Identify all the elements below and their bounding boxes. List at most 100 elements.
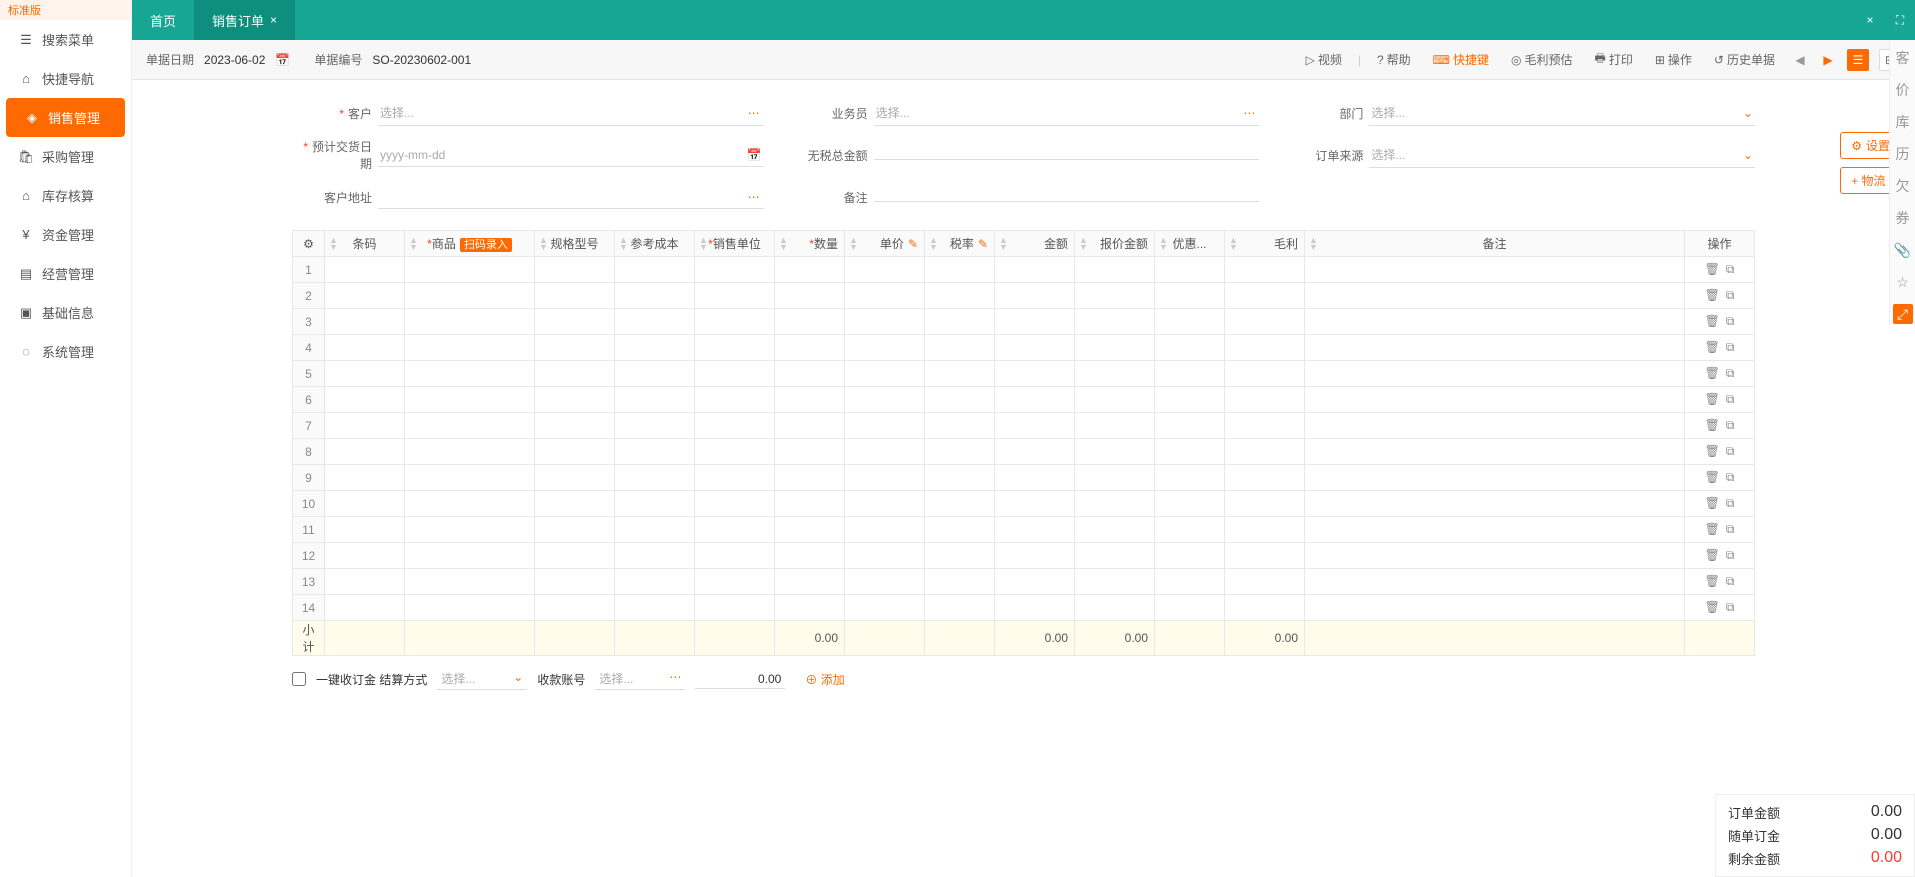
table-row[interactable]: 11🗑⧉ [293,517,1755,543]
sidebar-item-system[interactable]: ◌ 系统管理 [0,332,131,371]
chevron-down-icon[interactable]: ⌄ [1743,106,1753,120]
customer-input[interactable]: 选择...⋯ [378,100,764,126]
delete-icon[interactable]: 🗑 [1705,262,1720,276]
sidebar-item-finance[interactable]: ¥ 资金管理 [0,215,131,254]
prev-doc-icon[interactable]: ◀ [1791,53,1809,67]
toolbar-shortcut[interactable]: ⌨快捷键 [1427,51,1495,68]
table-row[interactable]: 6🗑⧉ [293,387,1755,413]
table-row[interactable]: 2🗑⧉ [293,283,1755,309]
copy-icon[interactable]: ⧉ [1726,548,1735,562]
toolbar-ops[interactable]: ⊞操作 [1649,51,1698,68]
col-remark[interactable]: ▲▼备注 [1305,231,1685,257]
calendar-icon[interactable]: 📅 [275,53,290,67]
more-icon[interactable]: ⋯ [748,190,762,204]
sidebar-item-inventory[interactable]: ⌂ 库存核算 [0,176,131,215]
tab-home[interactable]: 首页 [132,0,194,40]
delete-icon[interactable]: 🗑 [1705,288,1720,302]
col-barcode[interactable]: ▲▼条码 [325,231,405,257]
edit-icon[interactable]: ✎ [978,237,988,251]
more-icon[interactable]: ⋯ [1243,106,1257,120]
delete-icon[interactable]: 🗑 [1705,600,1720,614]
delete-icon[interactable]: 🗑 [1705,574,1720,588]
calendar-icon[interactable]: 📅 [747,148,762,162]
col-price[interactable]: ▲▼单价✎ [845,231,925,257]
col-quote[interactable]: ▲▼报价金额 [1075,231,1155,257]
sidebar-item-basedata[interactable]: ▣ 基础信息 [0,293,131,332]
table-row[interactable]: 10🗑⧉ [293,491,1755,517]
more-icon[interactable]: ⋯ [669,670,681,687]
rail-attach-icon[interactable]: 📎 [1893,240,1913,260]
delete-icon[interactable]: 🗑 [1705,340,1720,354]
delete-icon[interactable]: 🗑 [1705,548,1720,562]
collect-deposit-checkbox[interactable] [292,672,306,686]
toolbar-history[interactable]: ↺历史单据 [1708,51,1781,68]
col-refcost[interactable]: ▲▼参考成本 [615,231,695,257]
rail-price-icon[interactable]: 价 [1893,80,1913,100]
rail-coupon-icon[interactable]: 券 [1893,208,1913,228]
copy-icon[interactable]: ⧉ [1726,470,1735,484]
rail-stock-icon[interactable]: 库 [1893,112,1913,132]
rail-customer-icon[interactable]: 客 [1893,48,1913,68]
table-row[interactable]: 13🗑⧉ [293,569,1755,595]
rail-debt-icon[interactable]: 欠 [1893,176,1913,196]
table-row[interactable]: 12🗑⧉ [293,543,1755,569]
col-qty[interactable]: ▲▼*数量 [775,231,845,257]
table-row[interactable]: 14🗑⧉ [293,595,1755,621]
copy-icon[interactable]: ⧉ [1726,392,1735,406]
copy-icon[interactable]: ⧉ [1726,418,1735,432]
next-doc-icon[interactable]: ▶ [1819,53,1837,67]
delete-icon[interactable]: 🗑 [1705,522,1720,536]
copy-icon[interactable]: ⧉ [1726,288,1735,302]
col-discount[interactable]: ▲▼优惠... [1155,231,1225,257]
delete-icon[interactable]: 🗑 [1705,496,1720,510]
copy-icon[interactable]: ⧉ [1726,574,1735,588]
delete-icon[interactable]: 🗑 [1705,444,1720,458]
copy-icon[interactable]: ⧉ [1726,366,1735,380]
chevron-down-icon[interactable]: ⌄ [1743,148,1753,162]
grid-settings-col[interactable]: ⚙ [293,231,325,257]
view-list-icon[interactable]: ☰ [1847,49,1869,71]
sidebar-item-purchase[interactable]: 🛍 采购管理 [0,137,131,176]
table-row[interactable]: 7🗑⧉ [293,413,1755,439]
copy-icon[interactable]: ⧉ [1726,314,1735,328]
col-spec[interactable]: ▲▼规格型号 [535,231,615,257]
edit-icon[interactable]: ✎ [908,237,918,251]
sidebar-search[interactable]: ☰ 搜索菜单 [0,20,131,59]
col-amount[interactable]: ▲▼金额 [995,231,1075,257]
table-row[interactable]: 5🗑⧉ [293,361,1755,387]
account-select[interactable]: 选择...⋯ [595,668,685,690]
tab-sales-order[interactable]: 销售订单 × [194,0,295,40]
copy-icon[interactable]: ⧉ [1726,522,1735,536]
col-tax[interactable]: ▲▼税率✎ [925,231,995,257]
sidebar-item-business[interactable]: ▤ 经营管理 [0,254,131,293]
source-input[interactable]: 选择...⌄ [1369,142,1755,168]
amount-input[interactable]: 0.00 [695,670,785,689]
table-row[interactable]: 8🗑⧉ [293,439,1755,465]
salesman-input[interactable]: 选择...⋯ [874,100,1260,126]
notax-input[interactable] [874,151,1260,160]
copy-icon[interactable]: ⧉ [1726,444,1735,458]
more-icon[interactable]: ⋯ [748,106,762,120]
delivery-input[interactable]: yyyy-mm-dd📅 [378,144,764,167]
col-product[interactable]: ▲▼*商品扫码录入 [405,231,535,257]
chevron-down-icon[interactable]: ⌄ [513,670,523,687]
rail-star-icon[interactable]: ☆ [1893,272,1913,292]
tabs-close-all-icon[interactable]: × [1855,0,1885,40]
copy-icon[interactable]: ⧉ [1726,262,1735,276]
close-icon[interactable]: × [270,13,277,27]
toolbar-profit[interactable]: ◎毛利预估 [1505,51,1579,68]
add-button[interactable]: ⊕ 添加 [805,671,844,688]
toolbar-print[interactable]: 🖶打印 [1589,49,1639,70]
table-row[interactable]: 4🗑⧉ [293,335,1755,361]
sidebar-item-quicknav[interactable]: ⌂ 快捷导航 [0,59,131,98]
addr-input[interactable]: ⋯ [378,186,764,209]
toolbar-video[interactable]: ▷视频 [1300,51,1348,68]
settlement-select[interactable]: 选择...⌄ [437,668,527,690]
rail-expand-icon[interactable]: ⤢ [1893,304,1913,324]
delete-icon[interactable]: 🗑 [1705,470,1720,484]
copy-icon[interactable]: ⧉ [1726,600,1735,614]
delete-icon[interactable]: 🗑 [1705,366,1720,380]
delete-icon[interactable]: 🗑 [1705,392,1720,406]
table-row[interactable]: 1🗑⧉ [293,257,1755,283]
dept-input[interactable]: 选择...⌄ [1369,100,1755,126]
